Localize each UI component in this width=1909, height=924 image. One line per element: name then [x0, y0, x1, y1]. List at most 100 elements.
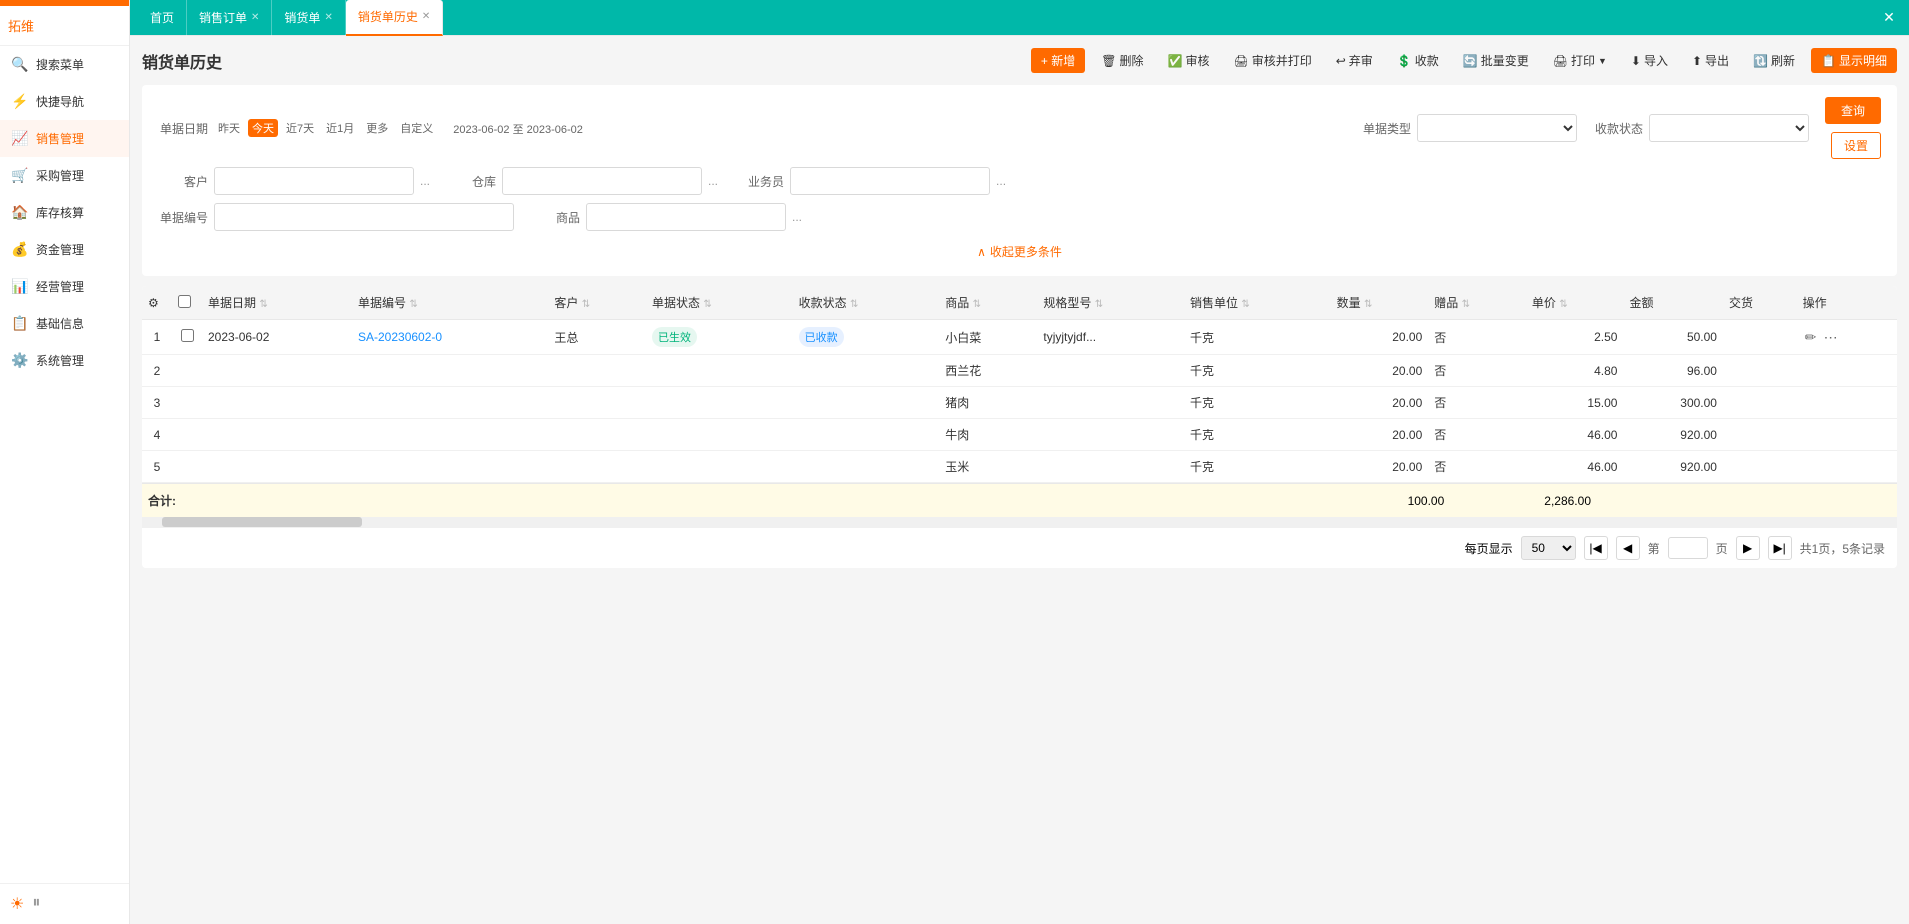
- salesperson-dots[interactable]: ...: [996, 174, 1006, 188]
- row1-select-checkbox[interactable]: [181, 329, 194, 342]
- warehouse-input[interactable]: [502, 167, 702, 195]
- total-records: 共1页，5条记录: [1800, 540, 1885, 557]
- doc-status-header[interactable]: 单据状态 ⇅: [646, 286, 793, 320]
- print-button[interactable]: 🖨 打印 ▼: [1545, 48, 1615, 73]
- unit-price-header[interactable]: 单价 ⇅: [1526, 286, 1624, 320]
- tab-close-sales-goods[interactable]: ✕: [324, 12, 332, 23]
- gift-header[interactable]: 赠品 ⇅: [1428, 286, 1526, 320]
- row1-doc-no[interactable]: SA-20230602-0: [352, 320, 548, 355]
- goods-dots[interactable]: ...: [792, 210, 802, 224]
- unit-header[interactable]: 销售单位 ⇅: [1184, 286, 1331, 320]
- customer-dots[interactable]: ...: [420, 174, 430, 188]
- sidebar-item-finance-mgmt[interactable]: 💰 资金管理: [0, 231, 129, 268]
- footer-total-qty: 100.00: [1408, 494, 1445, 508]
- date-btn-7days[interactable]: 近7天: [282, 119, 318, 137]
- date-btn-yesterday[interactable]: 昨天: [214, 119, 244, 137]
- sidebar-item-basic-info[interactable]: 📋 基础信息: [0, 305, 129, 342]
- row5-gift: 否: [1428, 451, 1526, 483]
- audit-print-button[interactable]: 🖨 审核并打印: [1225, 48, 1319, 73]
- select-all-checkbox[interactable]: [178, 295, 191, 308]
- date-btn-custom[interactable]: 自定义: [396, 119, 437, 137]
- payment-status-select[interactable]: [1649, 114, 1809, 142]
- customer-header[interactable]: 客户 ⇅: [548, 286, 646, 320]
- batch-change-button[interactable]: 🔄 批量变更: [1455, 48, 1537, 73]
- row1-trade: [1723, 320, 1797, 355]
- tab-sales-goods[interactable]: 销货单 ✕: [272, 0, 345, 36]
- row2-payment-status: [793, 355, 940, 387]
- row5-doc-no: [352, 451, 548, 483]
- payment-status-header[interactable]: 收款状态 ⇅: [793, 286, 940, 320]
- row5-trade: [1723, 451, 1797, 483]
- sidebar-item-purchase-mgmt[interactable]: 🛒 采购管理: [0, 157, 129, 194]
- qty-header[interactable]: 数量 ⇅: [1331, 286, 1429, 320]
- show-details-button[interactable]: 📋 显示明细: [1811, 48, 1897, 73]
- export-button[interactable]: ⬆ 导出: [1684, 48, 1737, 73]
- row3-customer: [548, 387, 646, 419]
- row1-checkbox[interactable]: [172, 320, 202, 355]
- tab-sales-order[interactable]: 销售订单 ✕: [187, 0, 272, 36]
- checkbox-column-header[interactable]: [172, 286, 202, 320]
- row1-qty: 20.00: [1331, 320, 1429, 355]
- collect-button[interactable]: 💲 收款: [1389, 48, 1447, 73]
- first-page-btn[interactable]: |◀: [1584, 536, 1608, 560]
- table-body: 1 2023-06-02 SA-20230602-0 王总 已生效 已收款 小白…: [142, 320, 1897, 483]
- tab-bar-close-all[interactable]: ✕: [1877, 6, 1901, 30]
- doc-date-header[interactable]: 单据日期 ⇅: [202, 286, 352, 320]
- row5-ops: [1797, 451, 1897, 483]
- prev-page-btn[interactable]: ◀: [1616, 536, 1640, 560]
- refresh-button[interactable]: 🔃 刷新: [1745, 48, 1803, 73]
- table-scroll-bar[interactable]: [142, 517, 1897, 527]
- row5-spec: [1037, 451, 1184, 483]
- abandon-button[interactable]: ↩ 弃审: [1328, 48, 1381, 73]
- sidebar-bottom-icon1[interactable]: ☀: [10, 894, 24, 914]
- customer-input[interactable]: [214, 167, 414, 195]
- query-button[interactable]: 查询: [1825, 97, 1881, 124]
- docno-input[interactable]: [214, 203, 514, 231]
- doc-no-header[interactable]: 单据编号 ⇅: [352, 286, 548, 320]
- row1-edit-btn[interactable]: ✏: [1803, 329, 1819, 345]
- print-icon: 🖨: [1553, 54, 1568, 68]
- row4-unit: 千克: [1184, 419, 1331, 451]
- tab-close-sales-order[interactable]: ✕: [251, 12, 259, 23]
- gear-column-header[interactable]: ⚙: [142, 286, 172, 320]
- goods-header[interactable]: 商品 ⇅: [939, 286, 1037, 320]
- add-button[interactable]: + 新增: [1031, 48, 1085, 73]
- page-number-input[interactable]: 1: [1668, 537, 1708, 559]
- basic-info-icon: 📋: [12, 316, 28, 332]
- page-content: 销货单历史 + 新增 🗑 删除 ✅ 审核 🖨 审核并打印 ↩ 弃审: [130, 36, 1909, 924]
- sidebar-item-inventory-calc[interactable]: 🏠 库存核算: [0, 194, 129, 231]
- tab-home[interactable]: 首页: [138, 0, 187, 36]
- date-btn-today[interactable]: 今天: [248, 119, 278, 137]
- page-label: 页: [1716, 540, 1728, 557]
- filter-collapse-btn[interactable]: ∧ 收起更多条件: [158, 239, 1881, 264]
- date-btn-1month[interactable]: 近1月: [322, 119, 358, 137]
- sidebar-bottom-icon2[interactable]: ⏸: [32, 894, 40, 914]
- spec-header[interactable]: 规格型号 ⇅: [1037, 286, 1184, 320]
- doc-type-select[interactable]: [1417, 114, 1577, 142]
- set-button[interactable]: 设置: [1831, 132, 1881, 159]
- sidebar-item-ops-mgmt[interactable]: 📊 经营管理: [0, 268, 129, 305]
- tab-close-sales-history[interactable]: ✕: [422, 11, 430, 22]
- warehouse-dots[interactable]: ...: [708, 174, 718, 188]
- filter-row-3: 单据编号 商品 ...: [158, 203, 1881, 231]
- delete-button[interactable]: 🗑 删除: [1093, 48, 1151, 73]
- salesperson-input[interactable]: [790, 167, 990, 195]
- page-size-select[interactable]: 50 100: [1521, 536, 1576, 560]
- import-button[interactable]: ⬇ 导入: [1623, 48, 1676, 73]
- doc-no-sort-icon: ⇅: [409, 299, 417, 310]
- goods-input[interactable]: [586, 203, 786, 231]
- last-page-btn[interactable]: ▶|: [1768, 536, 1792, 560]
- sidebar-item-sales-mgmt[interactable]: 📈 销售管理: [0, 120, 129, 157]
- row3-gift: 否: [1428, 387, 1526, 419]
- sidebar-item-quick-nav[interactable]: ⚡ 快捷导航: [0, 83, 129, 120]
- sidebar-item-sys-mgmt[interactable]: ⚙️ 系统管理: [0, 342, 129, 379]
- tab-sales-history[interactable]: 销货单历史 ✕: [346, 0, 443, 36]
- filter-row-2: 客户 ... 仓库 ... 业务员 ...: [158, 167, 1881, 195]
- audit-button[interactable]: ✅ 审核: [1160, 48, 1218, 73]
- filter-customer-item: 客户 ...: [158, 167, 430, 195]
- row1-goods: 小白菜: [939, 320, 1037, 355]
- sidebar-item-search-menu[interactable]: 🔍 搜索菜单: [0, 46, 129, 83]
- next-page-btn[interactable]: ▶: [1736, 536, 1760, 560]
- row1-more-btn[interactable]: ⋯: [1822, 329, 1840, 345]
- date-btn-more[interactable]: 更多: [362, 119, 392, 137]
